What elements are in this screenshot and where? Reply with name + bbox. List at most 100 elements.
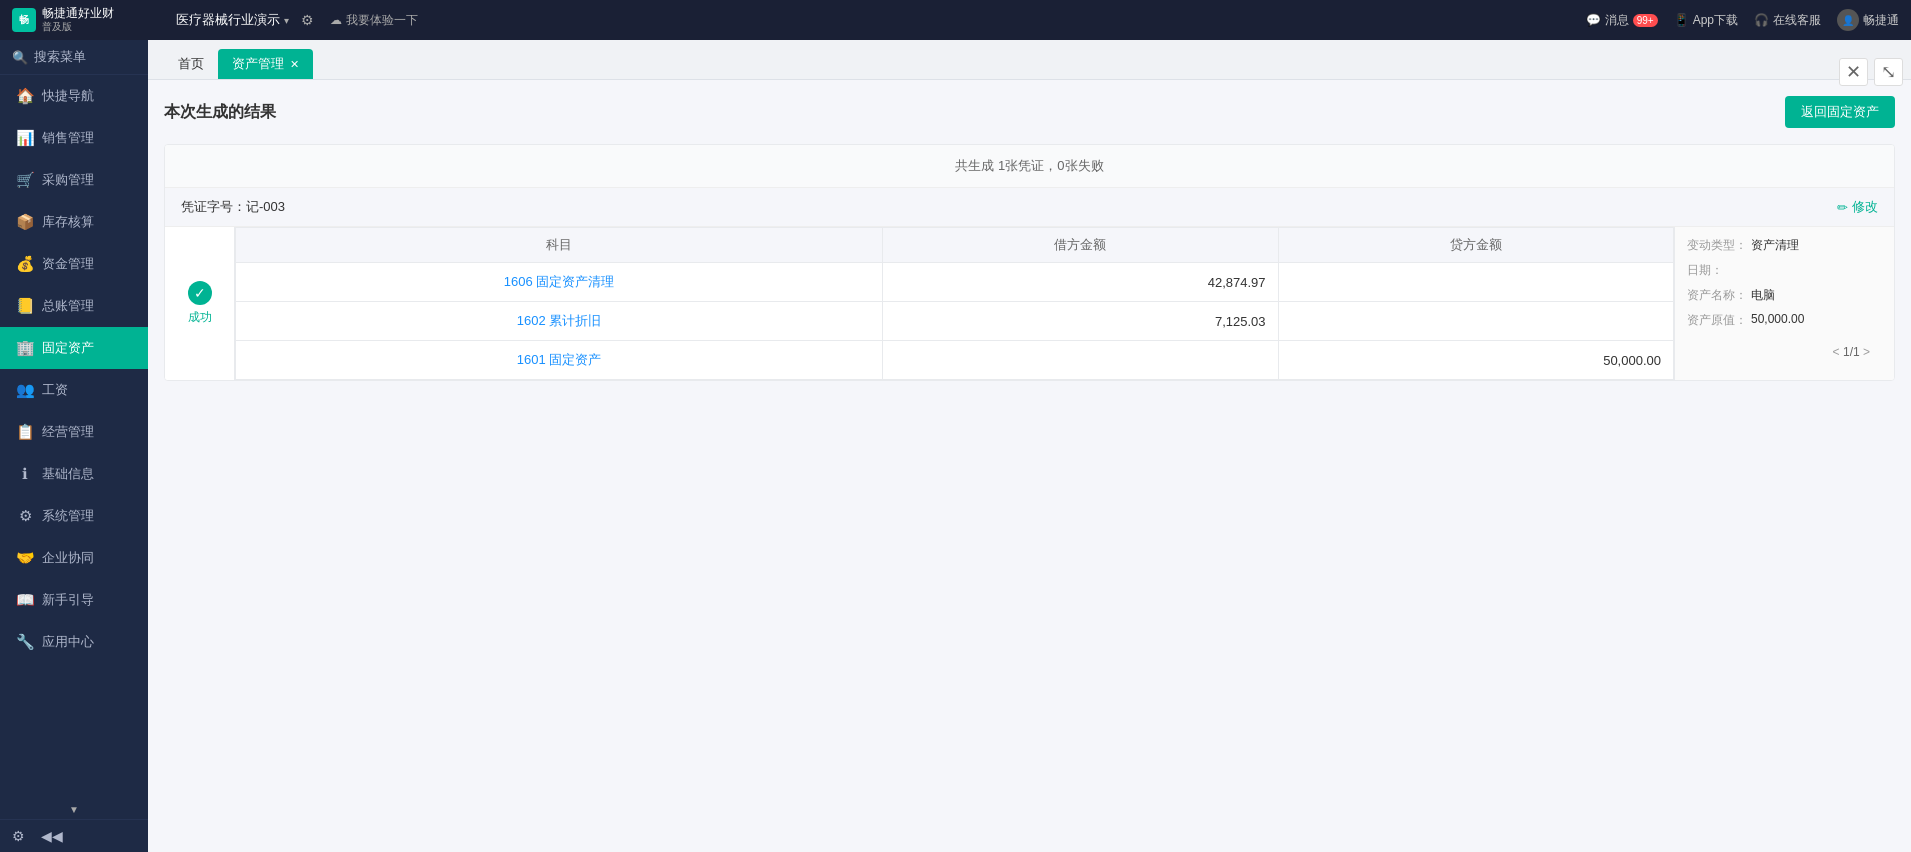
col-credit-header: 贷方金额 bbox=[1278, 228, 1673, 263]
collapse-sidebar-icon[interactable]: ◀◀ bbox=[41, 828, 63, 844]
home-icon: 🏠 bbox=[16, 87, 34, 105]
voucher-table: 科目 借方金额 贷方金额 1606 固定资产清理 bbox=[235, 227, 1674, 380]
sidebar-item-quick-nav[interactable]: 🏠 快捷导航 bbox=[0, 75, 148, 117]
sidebar-item-sales[interactable]: 📊 销售管理 bbox=[0, 117, 148, 159]
sidebar-item-label: 基础信息 bbox=[42, 465, 94, 483]
sidebar-item-label: 总账管理 bbox=[42, 297, 94, 315]
app-edition: 普及版 bbox=[42, 20, 114, 34]
sales-icon: 📊 bbox=[16, 129, 34, 147]
debit-cell bbox=[883, 341, 1278, 380]
account-link[interactable]: 1606 固定资产清理 bbox=[504, 274, 615, 289]
main-layout: 🔍 搜索菜单 🏠 快捷导航 📊 销售管理 🛒 采购管理 📦 库存核算 💰 bbox=[0, 40, 1911, 852]
logo-area: 畅 畅捷通好业财 普及版 bbox=[12, 6, 160, 34]
sidebar-item-payroll[interactable]: 👥 工资 bbox=[0, 369, 148, 411]
sidebar-item-label: 企业协同 bbox=[42, 549, 94, 567]
col-subject-header: 科目 bbox=[236, 228, 883, 263]
voucher-body: ✓ 成功 科目 借方金额 贷 bbox=[165, 227, 1894, 380]
sidebar-item-operations[interactable]: 📋 经营管理 bbox=[0, 411, 148, 453]
page-info: 1/1 bbox=[1843, 345, 1863, 359]
sidebar-item-app-center[interactable]: 🔧 应用中心 bbox=[0, 621, 148, 663]
summary-text: 共生成 1张凭证，0张失败 bbox=[955, 158, 1103, 173]
sidebar-item-label: 资金管理 bbox=[42, 255, 94, 273]
company-name: 医疗器械行业演示 bbox=[176, 11, 280, 29]
account-link[interactable]: 1601 固定资产 bbox=[517, 352, 602, 367]
online-support-button[interactable]: 🎧 在线客服 bbox=[1754, 12, 1821, 29]
page-title: 本次生成的结果 bbox=[164, 102, 276, 123]
mobile-icon: 📱 bbox=[1674, 13, 1689, 27]
sidebar-item-purchase[interactable]: 🛒 采购管理 bbox=[0, 159, 148, 201]
next-page-icon[interactable]: > bbox=[1863, 345, 1870, 359]
sidebar-item-base-info[interactable]: ℹ 基础信息 bbox=[0, 453, 148, 495]
tab-close-icon[interactable]: ✕ bbox=[290, 58, 299, 71]
sidebar-item-label: 系统管理 bbox=[42, 507, 94, 525]
table-column: 科目 借方金额 贷方金额 1606 固定资产清理 bbox=[235, 227, 1674, 380]
sidebar-item-capital[interactable]: 💰 资金管理 bbox=[0, 243, 148, 285]
sidebar-item-guide[interactable]: 📖 新手引导 bbox=[0, 579, 148, 621]
asset-name-value: 电脑 bbox=[1751, 287, 1775, 304]
pagination: < 1/1 > bbox=[1687, 337, 1882, 367]
voucher-header: 凭证字号：记-003 ✏ 修改 bbox=[165, 188, 1894, 227]
online-support-label: 在线客服 bbox=[1773, 12, 1821, 29]
original-value-label: 资产原值： bbox=[1687, 312, 1747, 329]
credit-cell: 50,000.00 bbox=[1278, 341, 1673, 380]
sidebar-item-fixed-assets[interactable]: 🏢 固定资产 bbox=[0, 327, 148, 369]
success-icon: ✓ bbox=[188, 281, 212, 305]
search-label: 搜索菜单 bbox=[34, 48, 86, 66]
success-label: 成功 bbox=[188, 309, 212, 326]
edit-button[interactable]: ✏ 修改 bbox=[1837, 198, 1878, 216]
user-info[interactable]: 👤 畅捷通 bbox=[1837, 9, 1899, 31]
sidebar-item-label: 经营管理 bbox=[42, 423, 94, 441]
sidebar-item-inventory[interactable]: 📦 库存核算 bbox=[0, 201, 148, 243]
close-panel-icon[interactable]: ✕ bbox=[1839, 58, 1868, 86]
date-row: 日期： bbox=[1687, 262, 1882, 279]
cloud-icon: ☁ bbox=[330, 13, 342, 27]
app-download-label: App下载 bbox=[1693, 12, 1738, 29]
tab-home[interactable]: 首页 bbox=[164, 49, 218, 79]
sidebar-item-system[interactable]: ⚙ 系统管理 bbox=[0, 495, 148, 537]
experience-button[interactable]: ☁ 我要体验一下 bbox=[330, 12, 418, 29]
purchase-icon: 🛒 bbox=[16, 171, 34, 189]
sidebar-item-label: 采购管理 bbox=[42, 171, 94, 189]
scroll-down-arrow[interactable]: ▼ bbox=[0, 799, 148, 819]
status-column: ✓ 成功 bbox=[165, 227, 235, 380]
app-download-button[interactable]: 📱 App下载 bbox=[1674, 12, 1738, 29]
company-selector[interactable]: 医疗器械行业演示 ▾ bbox=[176, 11, 289, 29]
panel-controls: ✕ ⤡ bbox=[1839, 58, 1903, 86]
sidebar: 🔍 搜索菜单 🏠 快捷导航 📊 销售管理 🛒 采购管理 📦 库存核算 💰 bbox=[0, 40, 148, 852]
expand-panel-icon[interactable]: ⤡ bbox=[1874, 58, 1903, 86]
date-label: 日期： bbox=[1687, 262, 1723, 279]
prev-page-icon[interactable]: < bbox=[1833, 345, 1840, 359]
tab-asset-label: 资产管理 bbox=[232, 55, 284, 73]
bottom-settings-icon[interactable]: ⚙ bbox=[12, 828, 25, 844]
chevron-down-icon: ▾ bbox=[284, 15, 289, 26]
user-name: 畅捷通 bbox=[1863, 12, 1899, 29]
sidebar-search[interactable]: 🔍 搜索菜单 bbox=[0, 40, 148, 75]
sidebar-item-label: 新手引导 bbox=[42, 591, 94, 609]
header-right: 💬 消息 99+ 📱 App下载 🎧 在线客服 👤 畅捷通 bbox=[1586, 9, 1899, 31]
sidebar-item-label: 工资 bbox=[42, 381, 68, 399]
change-type-value: 资产清理 bbox=[1751, 237, 1799, 254]
message-badge: 99+ bbox=[1633, 14, 1658, 27]
subject-cell: 1601 固定资产 bbox=[236, 341, 883, 380]
edit-label: 修改 bbox=[1852, 198, 1878, 216]
sidebar-item-general-ledger[interactable]: 📒 总账管理 bbox=[0, 285, 148, 327]
avatar: 👤 bbox=[1837, 9, 1859, 31]
subject-cell: 1602 累计折旧 bbox=[236, 302, 883, 341]
top-header: 畅 畅捷通好业财 普及版 医疗器械行业演示 ▾ ⚙ ☁ 我要体验一下 💬 消息 … bbox=[0, 0, 1911, 40]
original-value-value: 50,000.00 bbox=[1751, 312, 1804, 326]
settings-icon[interactable]: ⚙ bbox=[301, 12, 314, 28]
inventory-icon: 📦 bbox=[16, 213, 34, 231]
capital-icon: 💰 bbox=[16, 255, 34, 273]
sidebar-scroll: 🏠 快捷导航 📊 销售管理 🛒 采购管理 📦 库存核算 💰 资金管理 📒 bbox=[0, 75, 148, 799]
sidebar-item-cooperation[interactable]: 🤝 企业协同 bbox=[0, 537, 148, 579]
cooperation-icon: 🤝 bbox=[16, 549, 34, 567]
tab-asset-management[interactable]: 资产管理 ✕ bbox=[218, 49, 313, 79]
sidebar-item-label: 固定资产 bbox=[42, 339, 94, 357]
account-link[interactable]: 1602 累计折旧 bbox=[517, 313, 602, 328]
payroll-icon: 👥 bbox=[16, 381, 34, 399]
tab-home-label: 首页 bbox=[178, 55, 204, 73]
message-button[interactable]: 💬 消息 99+ bbox=[1586, 12, 1658, 29]
experience-label: 我要体验一下 bbox=[346, 12, 418, 29]
app-name: 畅捷通好业财 bbox=[42, 6, 114, 20]
return-button[interactable]: 返回固定资产 bbox=[1785, 96, 1895, 128]
